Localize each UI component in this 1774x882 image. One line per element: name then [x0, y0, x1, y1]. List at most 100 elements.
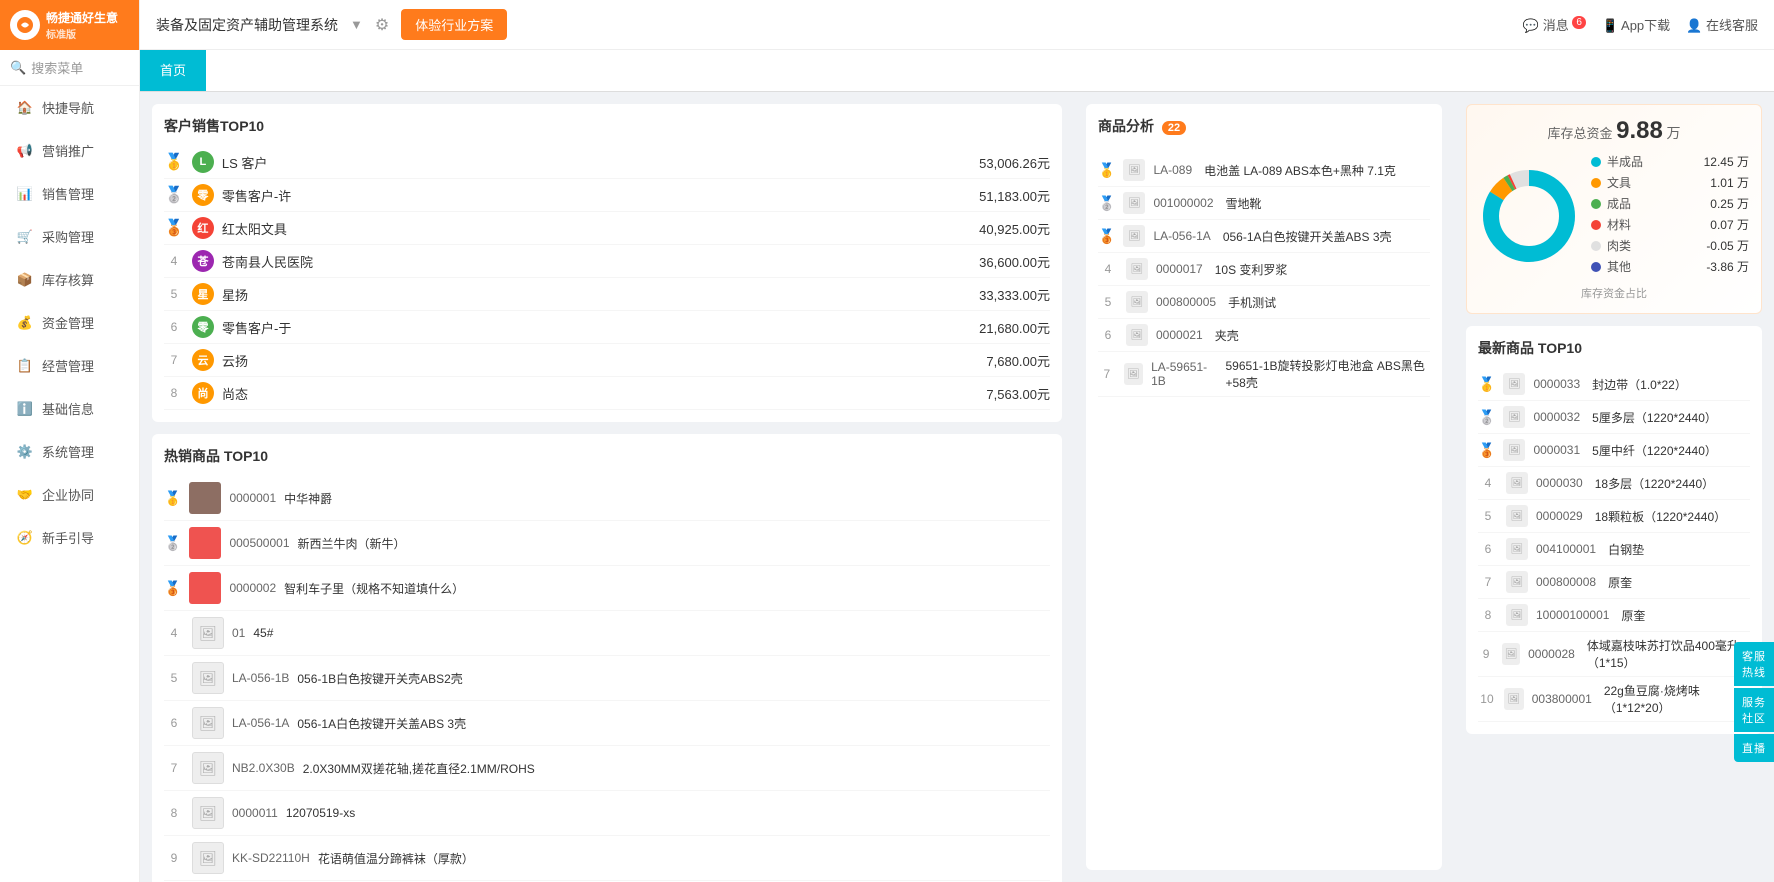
- gear-icon[interactable]: ⚙: [375, 15, 389, 35]
- customer-rank-item: 🥉 红 红太阳文具 40,925.00元: [164, 212, 1050, 245]
- message-btn[interactable]: 💬 消息 6: [1523, 15, 1586, 34]
- rank-number: 5: [1478, 509, 1498, 523]
- float-btn-community[interactable]: 服务社区: [1734, 688, 1774, 732]
- sidebar-item-marketing[interactable]: 📢 营销推广: [0, 129, 139, 172]
- rank-number: 8: [164, 386, 184, 400]
- float-btn-live[interactable]: 直播: [1734, 734, 1774, 762]
- rank-number: 6: [1478, 542, 1498, 556]
- new-product-item: 🥉 🖼 0000031 5厘中纤（1220*2440）: [1478, 434, 1750, 467]
- sidebar-item-quicknav[interactable]: 🏠 快捷导航: [0, 86, 139, 129]
- analysis-code: LA-59651-1B: [1151, 360, 1213, 388]
- customer-rank-item: 6 零 零售客户-于 21,680.00元: [164, 311, 1050, 344]
- sidebar-item-finance[interactable]: 💰 资金管理: [0, 301, 139, 344]
- product-placeholder-icon: 🖼: [1123, 159, 1145, 181]
- cooperate-icon: 🤝: [16, 486, 34, 504]
- sidebar-label-quicknav: 快捷导航: [42, 98, 94, 117]
- trial-btn[interactable]: 体验行业方案: [401, 9, 507, 40]
- sidebar-item-purchase[interactable]: 🛒 采购管理: [0, 215, 139, 258]
- analysis-name: 10S 变利罗浆: [1215, 261, 1288, 278]
- topbar-right: 💬 消息 6 📱 App下载 👤 在线客服: [1523, 15, 1758, 34]
- dropdown-icon[interactable]: ▼: [350, 17, 363, 32]
- new-product-code: 0000029: [1536, 509, 1583, 523]
- analysis-name: 056-1A白色按键开关盖ABS 3壳: [1223, 228, 1392, 245]
- new-product-code: 0000028: [1528, 647, 1575, 661]
- hot-product-item: 🥉 0000002 智利车子里（规格不知道填什么）: [164, 566, 1050, 611]
- rank-amount: 33,333.00元: [979, 285, 1050, 304]
- sidebar-item-guide[interactable]: 🧭 新手引导: [0, 516, 139, 559]
- product-placeholder-icon: 🖼: [1123, 192, 1145, 214]
- online-service-label: 在线客服: [1706, 18, 1758, 33]
- new-product-name: 白钢垫: [1608, 541, 1644, 558]
- product-code: 0000002: [229, 581, 276, 595]
- new-product-code: 0000033: [1533, 377, 1580, 391]
- new-product-icon: 🖼: [1503, 406, 1525, 428]
- new-products-title: 最新商品 TOP10: [1478, 338, 1750, 358]
- product-placeholder-icon: 🖼: [199, 760, 217, 777]
- new-product-code: 0000030: [1536, 476, 1583, 490]
- legend-name: 材料: [1607, 216, 1704, 233]
- legend-name: 文具: [1607, 174, 1704, 191]
- sidebar-label-sales: 销售管理: [42, 184, 94, 203]
- rank-number: 10: [1478, 692, 1496, 706]
- hot-products-title: 热销商品 TOP10: [164, 446, 1050, 466]
- sidebar-item-system[interactable]: ⚙️ 系统管理: [0, 430, 139, 473]
- info-icon: ℹ️: [16, 400, 34, 418]
- new-product-code: 000800008: [1536, 575, 1596, 589]
- app-download-btn[interactable]: 📱 App下载: [1602, 15, 1670, 34]
- sidebar-item-basicinfo[interactable]: ℹ️ 基础信息: [0, 387, 139, 430]
- product-name: 2.0X30MM双搓花轴,搓花直径2.1MM/ROHS: [303, 760, 535, 777]
- rank-number: 7: [164, 761, 184, 775]
- sidebar-item-sales[interactable]: 📊 销售管理: [0, 172, 139, 215]
- new-product-name: 18多层（1220*2440）: [1595, 475, 1714, 492]
- legend-name: 成品: [1607, 195, 1704, 212]
- rank-badge: 云: [192, 349, 214, 371]
- product-image: 🖼: [192, 842, 224, 874]
- new-product-item: 8 🖼 10000100001 原奎: [1478, 599, 1750, 632]
- analysis-code: 0000021: [1156, 328, 1203, 342]
- app-logo: 畅捷通好生意 标准版: [0, 0, 139, 50]
- new-product-item: 6 🖼 004100001 白钢垫: [1478, 533, 1750, 566]
- search-icon: 🔍: [10, 60, 26, 76]
- medal-gold-icon: 🥇: [1478, 376, 1495, 393]
- medal-bronze-icon: 🥉: [1098, 228, 1115, 245]
- inventory-unit: 万: [1666, 125, 1680, 141]
- donut-container: 半成品 12.45 万 文具 1.01 万 成品 0.25 万 材料 0.07 …: [1479, 153, 1749, 279]
- float-btn-service[interactable]: 客服热线: [1734, 642, 1774, 686]
- new-product-code: 10000100001: [1536, 608, 1609, 622]
- customer-rank-item: 4 苍 苍南县人民医院 36,600.00元: [164, 245, 1050, 278]
- sidebar-item-cooperation[interactable]: 🤝 企业协同: [0, 473, 139, 516]
- product-image: 🖼: [192, 797, 224, 829]
- hot-product-item: 5 🖼 LA-056-1B 056-1B白色按键开关壳ABS2壳: [164, 656, 1050, 701]
- online-service-btn[interactable]: 👤 在线客服: [1686, 15, 1758, 34]
- medal-silver-icon: 🥈: [1478, 409, 1495, 426]
- box-icon: 📦: [16, 271, 34, 289]
- rank-number: 5: [1098, 295, 1118, 309]
- legend-item: 肉类 -0.05 万: [1591, 237, 1749, 254]
- hot-product-item: 🥇 0000001 中华神爵: [164, 476, 1050, 521]
- sidebar-label-purchase: 采购管理: [42, 227, 94, 246]
- new-product-name: 原奎: [1621, 607, 1645, 624]
- medal-gold-icon: 🥇: [164, 490, 181, 507]
- customer-ranking-title: 客户销售TOP10: [164, 116, 1050, 136]
- rank-number: 6: [1098, 328, 1118, 342]
- sidebar-item-operations[interactable]: 📋 经营管理: [0, 344, 139, 387]
- rank-number: 4: [1098, 262, 1118, 276]
- new-product-item: 5 🖼 0000029 18颗粒板（1220*2440）: [1478, 500, 1750, 533]
- search-menu[interactable]: 🔍 搜索菜单: [0, 50, 139, 86]
- bag-icon: 🛒: [16, 228, 34, 246]
- new-product-icon: 🖼: [1506, 571, 1528, 593]
- sidebar-item-inventory[interactable]: 📦 库存核算: [0, 258, 139, 301]
- analysis-item: 5 🖼 000800005 手机测试: [1098, 286, 1430, 319]
- analysis-name: 夹壳: [1215, 327, 1239, 344]
- legend-dot: [1591, 220, 1601, 230]
- analysis-code: LA-056-1A: [1153, 229, 1210, 243]
- rank-amount: 51,183.00元: [979, 186, 1050, 205]
- megaphone-icon: 📢: [16, 142, 34, 160]
- product-name: 中华神爵: [284, 490, 332, 507]
- rank-name: LS 客户: [222, 153, 971, 172]
- tab-home[interactable]: 首页: [140, 50, 206, 91]
- legend-value: -3.86 万: [1706, 258, 1749, 275]
- app-name: 畅捷通好生意: [46, 9, 118, 26]
- guide-icon: 🧭: [16, 529, 34, 547]
- hot-products-card: 热销商品 TOP10 🥇 0000001 中华神爵 🥈 000500001 新西…: [152, 434, 1062, 882]
